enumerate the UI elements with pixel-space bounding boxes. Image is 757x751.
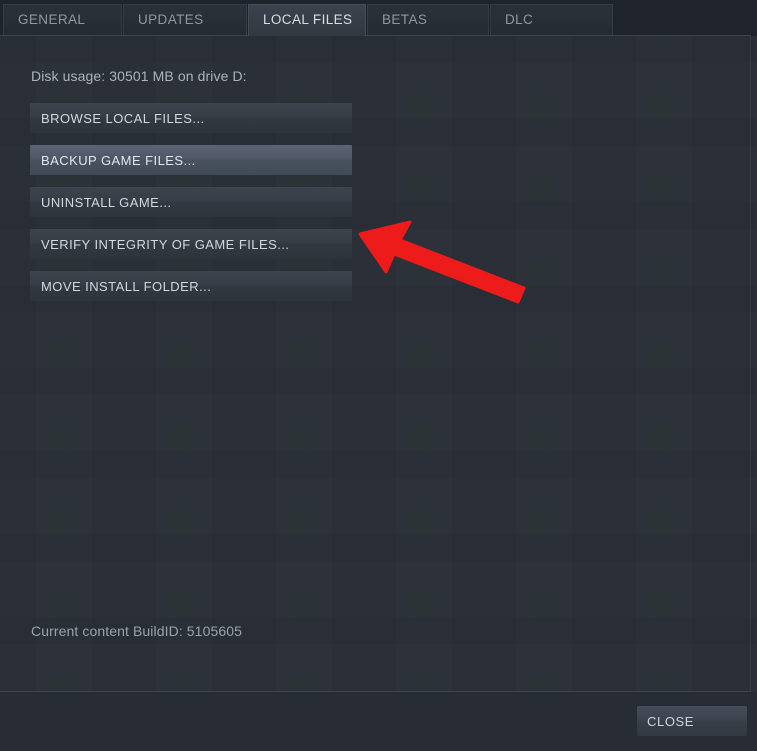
tab-betas-label: BETAS [382,12,428,27]
build-id-label: Current content BuildID: 5105605 [31,623,242,639]
local-files-actions: BROWSE LOCAL FILES... BACKUP GAME FILES.… [30,103,352,313]
browse-local-files-button[interactable]: BROWSE LOCAL FILES... [30,103,352,133]
local-files-panel: Disk usage: 30501 MB on drive D: BROWSE … [0,36,757,692]
disk-usage-label: Disk usage: 30501 MB on drive D: [31,68,247,84]
tab-local-files[interactable]: LOCAL FILES [248,4,366,36]
tab-general[interactable]: GENERAL [3,4,122,36]
verify-integrity-of-game-files-button[interactable]: VERIFY INTEGRITY OF GAME FILES... [30,229,352,259]
close-button[interactable]: CLOSE [637,706,747,736]
tab-betas[interactable]: BETAS [367,4,489,36]
uninstall-game-button[interactable]: UNINSTALL GAME... [30,187,352,217]
panel-bottom-border [0,691,751,692]
backup-game-files-button[interactable]: BACKUP GAME FILES... [30,145,352,175]
tab-local-files-label: LOCAL FILES [263,12,353,27]
tab-updates[interactable]: UPDATES [123,4,247,36]
move-install-folder-button[interactable]: MOVE INSTALL FOLDER... [30,271,352,301]
panel-right-border [750,36,751,692]
tab-general-label: GENERAL [18,12,86,27]
dialog-footer: CLOSE [0,693,757,751]
tab-updates-label: UPDATES [138,12,204,27]
tab-bar: GENERAL UPDATES LOCAL FILES BETAS DLC [0,0,757,36]
tab-dlc[interactable]: DLC [490,4,613,36]
tab-dlc-label: DLC [505,12,534,27]
properties-dialog: GENERAL UPDATES LOCAL FILES BETAS DLC Di… [0,0,757,751]
